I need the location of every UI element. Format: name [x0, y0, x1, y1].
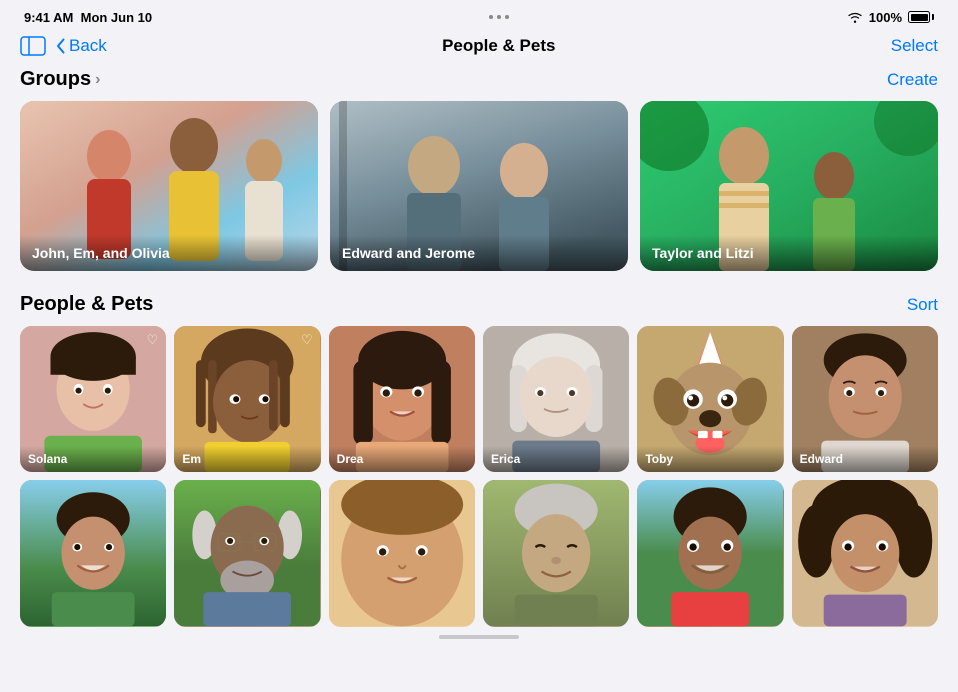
person-r2-2[interactable]	[174, 480, 320, 626]
status-right: 100%	[847, 10, 934, 25]
groups-header: Groups › Create	[20, 68, 938, 91]
status-time: 9:41 AM Mon Jun 10	[24, 10, 152, 25]
person-drea[interactable]: Drea	[329, 326, 475, 472]
status-center	[489, 15, 509, 19]
battery-icon	[908, 11, 934, 23]
scroll-pill	[439, 635, 519, 639]
back-button[interactable]: Back	[56, 36, 107, 56]
nav-left: Back	[20, 36, 107, 56]
people-section: People & Pets Sort	[20, 293, 938, 627]
groups-title: Groups ›	[20, 68, 100, 91]
page-title: People & Pets	[442, 36, 555, 56]
person-r2-6[interactable]	[792, 480, 938, 626]
person-erica-label: Erica	[483, 446, 629, 472]
people-grid-row2	[20, 480, 938, 626]
create-button[interactable]: Create	[887, 70, 938, 90]
person-r2-5[interactable]	[637, 480, 783, 626]
person-r2-4[interactable]	[483, 480, 629, 626]
person-r2-3[interactable]	[329, 480, 475, 626]
chevron-left-icon	[56, 38, 65, 54]
person-erica[interactable]: Erica	[483, 326, 629, 472]
status-bar: 9:41 AM Mon Jun 10 100%	[0, 0, 958, 32]
battery-percent: 100%	[869, 10, 902, 25]
person-em-label: Em	[174, 446, 320, 472]
heart-icon-em: ♡	[301, 332, 313, 348]
groups-chevron[interactable]: ›	[95, 71, 100, 89]
people-grid-row1: ♡ Solana	[20, 326, 938, 472]
person-toby-label: Toby	[637, 446, 783, 472]
group-3-label: Taylor and Litzi	[640, 235, 938, 271]
person-toby[interactable]: Toby	[637, 326, 783, 472]
person-edward-label: Edward	[792, 446, 938, 472]
people-header: People & Pets Sort	[20, 293, 938, 316]
group-1-label: John, Em, and Olivia	[20, 235, 318, 271]
content-area: Groups › Create	[0, 64, 958, 639]
person-r2-1[interactable]	[20, 480, 166, 626]
group-2-label: Edward and Jerome	[330, 235, 628, 271]
select-button[interactable]: Select	[891, 36, 938, 56]
person-solana-label: Solana	[20, 446, 166, 472]
person-drea-label: Drea	[329, 446, 475, 472]
group-card-1[interactable]: John, Em, and Olivia	[20, 101, 318, 271]
sidebar-icon[interactable]	[20, 36, 46, 56]
sort-button[interactable]: Sort	[907, 295, 938, 315]
groups-row: John, Em, and Olivia	[20, 101, 938, 271]
person-solana[interactable]: ♡ Solana	[20, 326, 166, 472]
heart-icon-solana: ♡	[147, 332, 159, 348]
group-card-2[interactable]: Edward and Jerome	[330, 101, 628, 271]
group-card-3[interactable]: Taylor and Litzi	[640, 101, 938, 271]
person-em[interactable]: ♡ Em	[174, 326, 320, 472]
back-label: Back	[69, 36, 107, 56]
nav-bar: Back People & Pets Select	[0, 32, 958, 64]
people-title: People & Pets	[20, 293, 153, 316]
wifi-icon	[847, 11, 863, 23]
person-edward[interactable]: Edward	[792, 326, 938, 472]
scroll-indicator	[20, 635, 938, 639]
